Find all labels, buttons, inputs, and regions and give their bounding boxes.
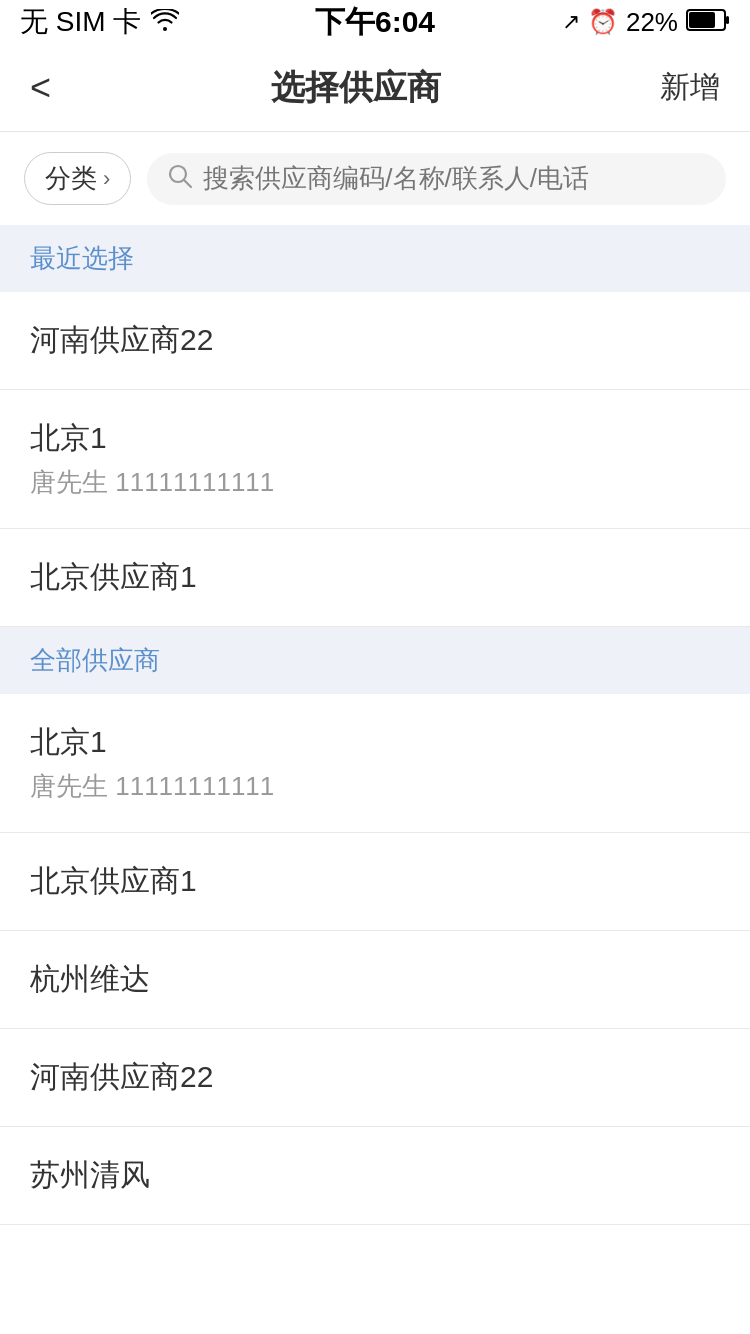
recent-section-header: 最近选择 xyxy=(0,225,750,292)
status-right: ↗ ⏰ 22% xyxy=(562,7,730,38)
search-input[interactable] xyxy=(203,163,706,194)
all-list-item[interactable]: 河南供应商22 xyxy=(0,1029,750,1127)
battery-icon xyxy=(686,7,730,38)
add-new-button[interactable]: 新增 xyxy=(660,67,720,108)
item-sub: 唐先生 11111111111 xyxy=(30,769,720,804)
all-items-list: 北京1 唐先生 11111111111 北京供应商1 杭州维达河南供应商22 苏州清风 xyxy=(0,694,750,1225)
wifi-icon xyxy=(151,6,179,38)
status-bar: 无 SIM 卡 下午6:04 ↗ ⏰ 22% xyxy=(0,0,750,44)
svg-line-4 xyxy=(184,180,191,187)
item-name: 河南供应商22 xyxy=(30,320,720,361)
all-list-item[interactable]: 北京1 唐先生 11111111111 xyxy=(0,694,750,833)
category-filter-button[interactable]: 分类 › xyxy=(24,152,131,205)
no-sim-text: 无 SIM 卡 xyxy=(20,3,141,41)
filter-bar: 分类 › xyxy=(0,132,750,225)
category-label: 分类 xyxy=(45,161,97,196)
all-section-header: 全部供应商 xyxy=(0,627,750,694)
all-list-item[interactable]: 苏州清风 xyxy=(0,1127,750,1225)
recent-list-item[interactable]: 河南供应商22 xyxy=(0,292,750,390)
back-button[interactable]: < xyxy=(30,67,51,109)
recent-list-item[interactable]: 北京供应商1 xyxy=(0,529,750,627)
svg-rect-2 xyxy=(726,16,729,24)
status-time: 下午6:04 xyxy=(315,2,435,43)
item-name: 北京1 xyxy=(30,418,720,459)
all-section-label: 全部供应商 xyxy=(30,645,160,675)
item-name: 北京供应商1 xyxy=(30,861,720,902)
location-icon: ↗ xyxy=(562,9,580,35)
item-name: 河南供应商22 xyxy=(30,1057,720,1098)
all-list-item[interactable]: 北京供应商1 xyxy=(0,833,750,931)
all-list-item[interactable]: 杭州维达 xyxy=(0,931,750,1029)
alarm-icon: ⏰ xyxy=(588,8,618,36)
item-name: 北京供应商1 xyxy=(30,557,720,598)
battery-percent: 22% xyxy=(626,7,678,38)
status-left: 无 SIM 卡 xyxy=(20,3,179,41)
chevron-right-icon: › xyxy=(103,166,110,192)
search-icon xyxy=(167,163,193,195)
recent-list-item[interactable]: 北京1 唐先生 11111111111 xyxy=(0,390,750,529)
item-name: 杭州维达 xyxy=(30,959,720,1000)
page-title: 选择供应商 xyxy=(271,65,441,111)
svg-rect-1 xyxy=(689,12,715,28)
item-name: 北京1 xyxy=(30,722,720,763)
recent-section-label: 最近选择 xyxy=(30,243,134,273)
item-sub: 唐先生 11111111111 xyxy=(30,465,720,500)
recent-items-list: 河南供应商22 北京1 唐先生 11111111111 北京供应商1 xyxy=(0,292,750,627)
nav-bar: < 选择供应商 新增 xyxy=(0,44,750,132)
item-name: 苏州清风 xyxy=(30,1155,720,1196)
search-bar xyxy=(147,153,726,205)
